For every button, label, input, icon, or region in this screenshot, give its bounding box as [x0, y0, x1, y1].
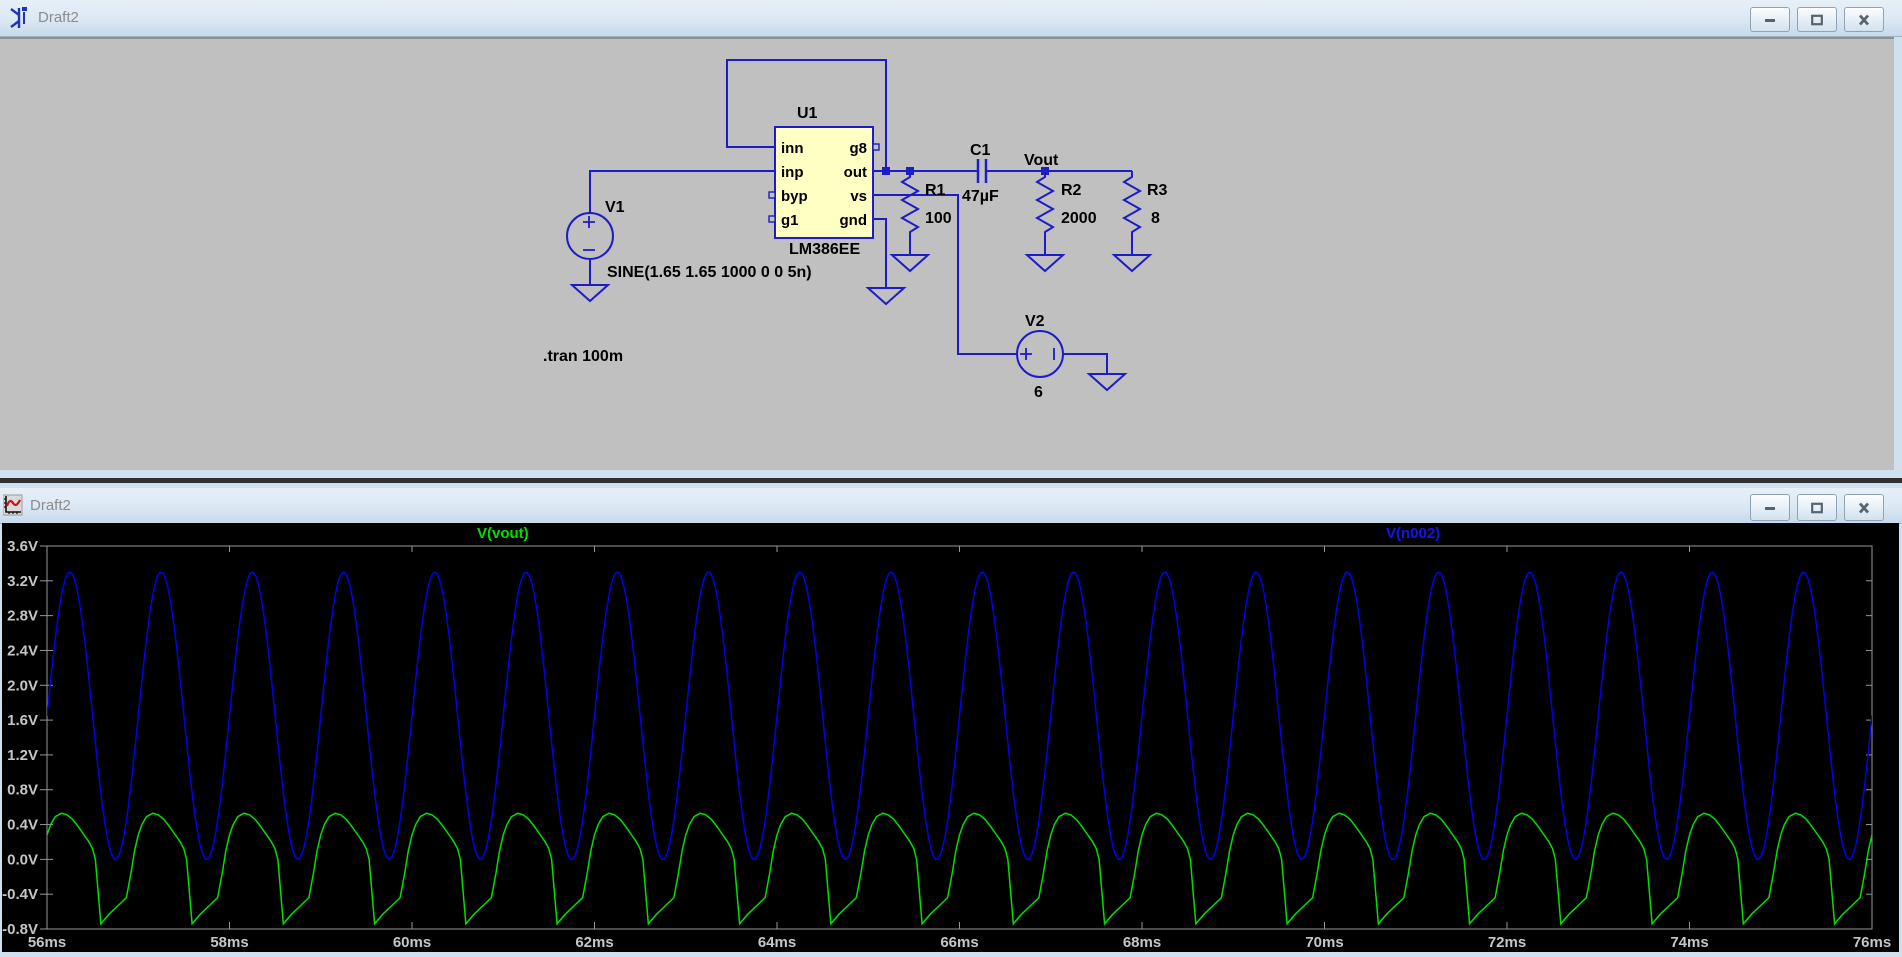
- waveform-plot-area[interactable]: V(vout) V(n002) 3.6V 3.2V 2.8V 2.4V 2.0V 1.6V…: [2, 523, 1899, 952]
- waveform-plot-icon: [3, 494, 23, 516]
- u1-ref-label[interactable]: U1: [797, 105, 818, 122]
- y-axis-label: 0.0V: [7, 851, 38, 868]
- ground-symbol-v2: [1086, 373, 1128, 392]
- x-axis-label: 74ms: [1670, 934, 1708, 951]
- x-axis-label: 72ms: [1488, 934, 1526, 951]
- x-axis-label: 68ms: [1123, 934, 1161, 951]
- x-axis-label: 70ms: [1305, 934, 1343, 951]
- x-axis-label: 56ms: [28, 934, 66, 951]
- ltspice-schematic-icon: [10, 7, 27, 28]
- minimize-icon: [1765, 18, 1775, 22]
- y-axis-label: 1.6V: [7, 712, 38, 729]
- x-axis-label: 64ms: [758, 934, 796, 951]
- r3-ref-label[interactable]: R3: [1147, 182, 1168, 199]
- pin-label-inp: inp: [781, 164, 804, 181]
- minimize-icon: [1765, 506, 1775, 510]
- component-v1[interactable]: [566, 212, 614, 260]
- ground-symbol-r3: [1111, 254, 1153, 273]
- c1-ref-label[interactable]: C1: [970, 142, 991, 159]
- maximize-button[interactable]: [1797, 494, 1837, 521]
- trace-vvout: [47, 812, 1872, 926]
- pin-label-gnd: gnd: [840, 212, 868, 229]
- plot-border: [46, 545, 1873, 930]
- x-axis-label: 58ms: [210, 934, 248, 951]
- v1-value-label[interactable]: SINE(1.65 1.65 1000 0 0 5n): [607, 264, 812, 281]
- close-icon: [1858, 14, 1870, 25]
- pin-square-g8: [872, 143, 880, 151]
- y-axis-label: 2.0V: [7, 677, 38, 694]
- ground-symbol-r1: [889, 254, 931, 273]
- y-axis-label: 0.8V: [7, 782, 38, 799]
- x-axis-label: 66ms: [940, 934, 978, 951]
- ground-symbol-u1: [865, 287, 907, 306]
- component-r3[interactable]: [1121, 171, 1143, 255]
- u1-part-label[interactable]: LM386EE: [789, 241, 860, 258]
- waveform-traces: 3.6V 3.2V 2.8V 2.4V 2.0V 1.6V 1.2V 0.8V 0.4V 0.0V…: [2, 538, 1891, 951]
- trace-vn002: [47, 571, 1872, 860]
- net-label-vout[interactable]: Vout: [1024, 152, 1059, 169]
- pin-square-g1: [768, 215, 776, 223]
- v2-ref-label[interactable]: V2: [1025, 313, 1045, 330]
- x-axis-label: 60ms: [393, 934, 431, 951]
- waveform-window-title: Draft2: [30, 497, 71, 514]
- r1-ref-label[interactable]: R1: [925, 182, 946, 199]
- desktop: Draft2 U1 LM386EE inn inp byp g1 g8 out …: [0, 0, 1902, 957]
- ground-symbol-r2: [1024, 254, 1066, 273]
- ground-symbol-v1: [569, 284, 611, 303]
- component-c1[interactable]: [976, 159, 988, 183]
- maximize-icon: [1811, 502, 1823, 513]
- schematic-canvas[interactable]: U1 LM386EE inn inp byp g1 g8 out vs gnd …: [0, 37, 1894, 470]
- y-axis-label: 3.2V: [7, 573, 38, 590]
- waveform-titlebar[interactable]: Draft2: [0, 488, 1902, 524]
- pin-label-g1: g1: [781, 212, 799, 229]
- y-axis-label: 0.4V: [7, 817, 38, 834]
- maximize-button[interactable]: [1797, 7, 1837, 32]
- c1-value-label[interactable]: 47µF: [962, 188, 999, 205]
- schematic-window-title: Draft2: [38, 9, 79, 26]
- y-axis-label: 3.6V: [7, 538, 38, 555]
- r3-value-label[interactable]: 8: [1151, 210, 1160, 227]
- close-button[interactable]: [1844, 7, 1884, 32]
- waveform-window: Draft2 V(vout) V(n002) 3.6V 3.2V 2.8V 2.4V 2…: [0, 478, 1902, 957]
- y-axis-label: -0.4V: [2, 886, 38, 903]
- wire-gnd-pin[interactable]: [873, 218, 887, 288]
- y-axis-label: 2.8V: [7, 608, 38, 625]
- r2-ref-label[interactable]: R2: [1061, 182, 1082, 199]
- schematic-titlebar[interactable]: Draft2: [0, 0, 1902, 37]
- component-v2[interactable]: [1016, 330, 1064, 378]
- spice-directive[interactable]: .tran 100m: [543, 348, 623, 365]
- minimize-button[interactable]: [1750, 7, 1790, 32]
- pin-label-g8: g8: [849, 140, 867, 157]
- close-button[interactable]: [1844, 494, 1884, 521]
- schematic-window: Draft2 U1 LM386EE inn inp byp g1 g8 out …: [0, 0, 1902, 478]
- y-axis-label: 1.2V: [7, 747, 38, 764]
- r2-value-label[interactable]: 2000: [1061, 210, 1097, 227]
- r1-value-label[interactable]: 100: [925, 210, 952, 227]
- pin-square-byp: [768, 191, 776, 199]
- component-r2[interactable]: [1034, 171, 1056, 255]
- y-axis-label: 2.4V: [7, 642, 38, 659]
- component-r1[interactable]: [899, 171, 921, 255]
- x-axis-label: 76ms: [1853, 934, 1891, 951]
- pin-label-inn: inn: [781, 140, 804, 157]
- minimize-button[interactable]: [1750, 494, 1790, 521]
- pin-label-vs: vs: [850, 188, 867, 205]
- x-axis-label: 62ms: [575, 934, 613, 951]
- pin-label-byp: byp: [781, 188, 808, 205]
- schematic-drawing: U1 LM386EE inn inp byp g1 g8 out vs gnd …: [543, 59, 1168, 401]
- maximize-icon: [1811, 14, 1823, 25]
- pin-label-out: out: [844, 164, 867, 181]
- v2-value-label[interactable]: 6: [1034, 384, 1043, 401]
- close-icon: [1858, 502, 1870, 513]
- wire-v2-gnd[interactable]: [1063, 353, 1108, 374]
- v1-ref-label[interactable]: V1: [605, 199, 625, 216]
